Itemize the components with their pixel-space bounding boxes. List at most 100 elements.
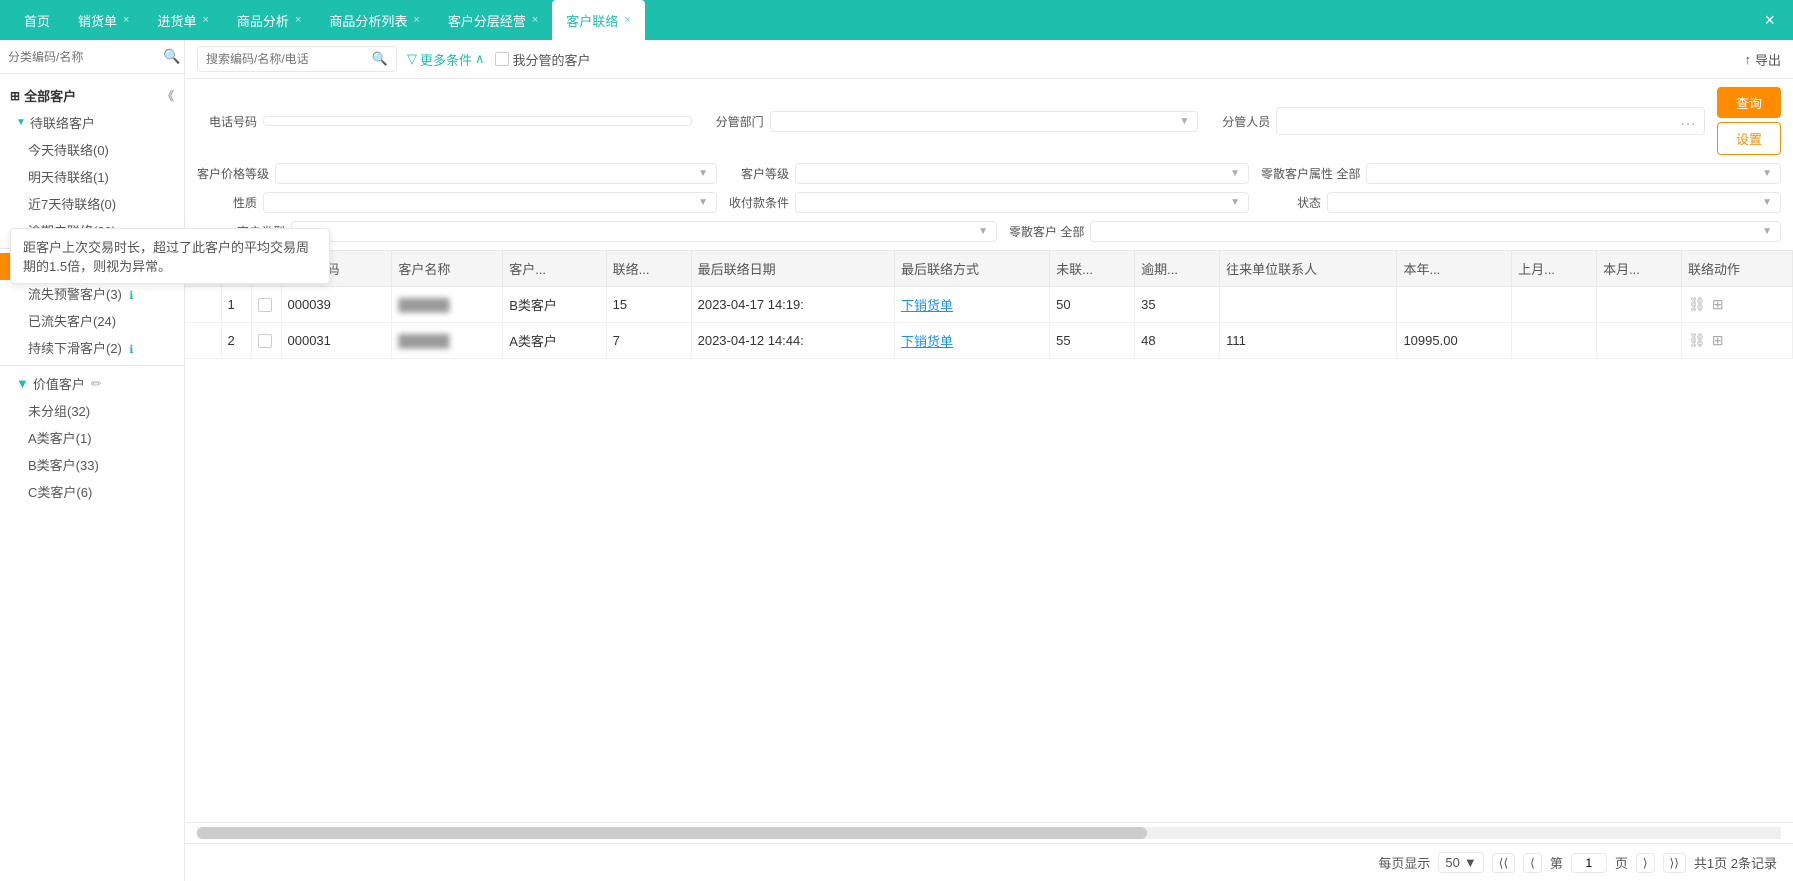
th-customer-type[interactable]: 客户... [503,251,606,287]
th-customer-name[interactable]: 客户名称 [392,251,503,287]
nav-item-sales-close[interactable]: × [123,14,129,26]
filter-status-select[interactable]: ▼ [1327,192,1781,213]
td-last-method-2[interactable]: 下销货单 [894,323,1049,359]
page-label: 第 [1550,853,1563,872]
sidebar-item-b-class[interactable]: B类客户(33) [0,451,184,478]
td-check-1[interactable] [251,287,281,323]
collapse-icon[interactable]: 《 [162,87,174,104]
scrollbar-thumb[interactable] [197,827,1147,839]
sidebar-search-bar: 🔍 [0,40,184,74]
sidebar-item-tomorrow[interactable]: 明天待联络(1) [0,163,184,190]
close-all-button[interactable]: × [1756,10,1783,31]
filter-payment-select[interactable]: ▼ [795,192,1249,213]
sidebar-all-customers-label: 全部客户 [24,86,76,105]
th-last-contact-date[interactable]: 最后联络日期 [691,251,894,287]
sidebar-item-c-class[interactable]: C类客户(6) [0,478,184,505]
filter-retail-customer-select[interactable]: ▼ [1090,221,1781,242]
nav-item-analysis-list[interactable]: 商品分析列表 × [315,0,433,40]
th-last-month[interactable]: 上月... [1512,251,1597,287]
filter-price-level-label: 客户价格等级 [197,165,269,182]
td-last-method-1[interactable]: 下销货单 [894,287,1049,323]
sidebar-search-icon[interactable]: 🔍 [163,48,180,65]
filter-price-level-select[interactable]: ▼ [275,163,717,184]
action-grid-icon-2[interactable]: ⊞ [1712,332,1724,349]
sidebar-item-today[interactable]: 今天待联络(0) [0,136,184,163]
sidebar-value-customers-section[interactable]: ▼ 价值客户 ✏ [0,370,184,397]
th-last-contact-method[interactable]: 最后联络方式 [894,251,1049,287]
td-code-2[interactable]: 000031 [281,323,392,359]
td-year-amount-1 [1397,287,1512,323]
th-this-month[interactable]: 本月... [1597,251,1682,287]
td-last-date-2: 2023-04-12 14:44: [691,323,894,359]
th-year-amount[interactable]: 本年... [1397,251,1512,287]
td-contact-count-2: 7 [606,323,691,359]
sidebar-item-7days[interactable]: 近7天待联络(0) [0,190,184,217]
sidebar-all-customers[interactable]: ⊞ 全部客户 《 [0,82,184,109]
nav-item-purchase[interactable]: 进货单 × [143,0,222,40]
td-name-2[interactable]: ██████ [392,323,503,359]
more-filters-button[interactable]: ▽ 更多条件 ∧ [407,50,485,69]
filter-nature-select[interactable]: ▼ [263,192,717,213]
page-prev-button[interactable]: ⟨ [1523,853,1542,873]
td-type-1: B类客户 [503,287,606,323]
filter-payment: 收付款条件 ▼ [729,192,1249,213]
nav-item-analysis-close[interactable]: × [295,14,301,26]
nav-item-customer-tier-close[interactable]: × [532,14,538,26]
edit-icon[interactable]: ✏ [91,376,102,392]
main-search-icon[interactable]: 🔍 [372,51,388,67]
my-customers-check[interactable] [495,52,509,66]
page-first-button[interactable]: ⟨⟨ [1492,853,1515,873]
action-grid-icon-1[interactable]: ⊞ [1712,296,1724,313]
sidebar-item-unclassified[interactable]: 未分组(32) [0,397,184,424]
th-contact-person[interactable]: 往来单位联系人 [1220,251,1397,287]
my-customers-checkbox[interactable]: 我分管的客户 [495,50,591,69]
filter-customer-level-select[interactable]: ▼ [795,163,1249,184]
filter-retail-attr-select[interactable]: ▼ [1366,163,1781,184]
th-contact-count[interactable]: 联络... [606,251,691,287]
sidebar-item-churn-warning[interactable]: 流失预警客户(3) ℹ [0,280,184,307]
page-last-button[interactable]: ⟩⟩ [1663,853,1686,873]
td-code-1[interactable]: 000039 [281,287,392,323]
page-number-input[interactable] [1571,853,1607,873]
nav-item-home[interactable]: 首页 [10,0,64,40]
nav-item-customer-contact-close[interactable]: × [624,14,630,26]
nav-item-sales[interactable]: 销货单 × [64,0,143,40]
filter-person-dots[interactable]: … [1680,112,1696,130]
nav-item-analysis-list-label: 商品分析列表 [329,11,407,30]
content-area: 🔍 ▽ 更多条件 ∧ 我分管的客户 ↑ 导出 电话号码 [185,40,1793,881]
filter-dept-select[interactable]: ▼ [770,111,1199,132]
horizontal-scrollbar[interactable] [197,827,1781,839]
sidebar-item-a-class[interactable]: A类客户(1) [0,424,184,451]
last-method-link-1[interactable]: 下销货单 [901,298,953,313]
td-check-2[interactable] [251,323,281,359]
td-name-1[interactable]: ██████ [392,287,503,323]
sidebar-item-churned[interactable]: 已流失客户(24) [0,307,184,334]
main-search-input[interactable] [206,52,372,66]
filter-phone-label: 电话号码 [197,113,257,130]
action-link-icon-2[interactable]: ⛓ [1688,332,1706,349]
nav-item-customer-tier[interactable]: 客户分层经营 × [434,0,552,40]
query-button[interactable]: 查询 [1717,87,1781,118]
sidebar-pending-contact-section[interactable]: ▼ 待联络客户 [0,109,184,136]
action-link-icon-1[interactable]: ⛓ [1688,296,1706,313]
per-page-select[interactable]: 50 ▼ [1438,852,1483,873]
export-button[interactable]: ↑ 导出 [1744,50,1781,69]
last-method-link-2[interactable]: 下销货单 [901,334,953,349]
main-layout: 🔍 ⊞ 全部客户 《 ▼ 待联络客户 今天待联络(0) 明天待联络(1) 近7天… [0,40,1793,881]
sidebar-search-input[interactable] [8,50,163,64]
filter-retail-customer-label: 零散客户 全部 [1009,223,1084,240]
settings-button[interactable]: 设置 [1717,122,1781,155]
filter-customer-type-select[interactable]: ▼ [291,221,997,242]
arrow-down-icon: ▼ [16,117,26,128]
nav-item-customer-contact[interactable]: 客户联络 × [552,0,644,40]
nav-item-analysis[interactable]: 商品分析 × [223,0,315,40]
sidebar-item-declining[interactable]: 持续下滑客户(2) ℹ [0,334,184,361]
th-overdue[interactable]: 逾期... [1135,251,1220,287]
td-last-month-1 [1512,287,1597,323]
th-unlisted[interactable]: 未联... [1050,251,1135,287]
nav-item-purchase-close[interactable]: × [202,14,208,26]
page-next-button[interactable]: ⟩ [1636,853,1655,873]
filter-phone-input[interactable] [263,116,692,126]
nav-item-analysis-list-close[interactable]: × [413,14,419,26]
filter-person-select[interactable]: … [1276,107,1705,135]
